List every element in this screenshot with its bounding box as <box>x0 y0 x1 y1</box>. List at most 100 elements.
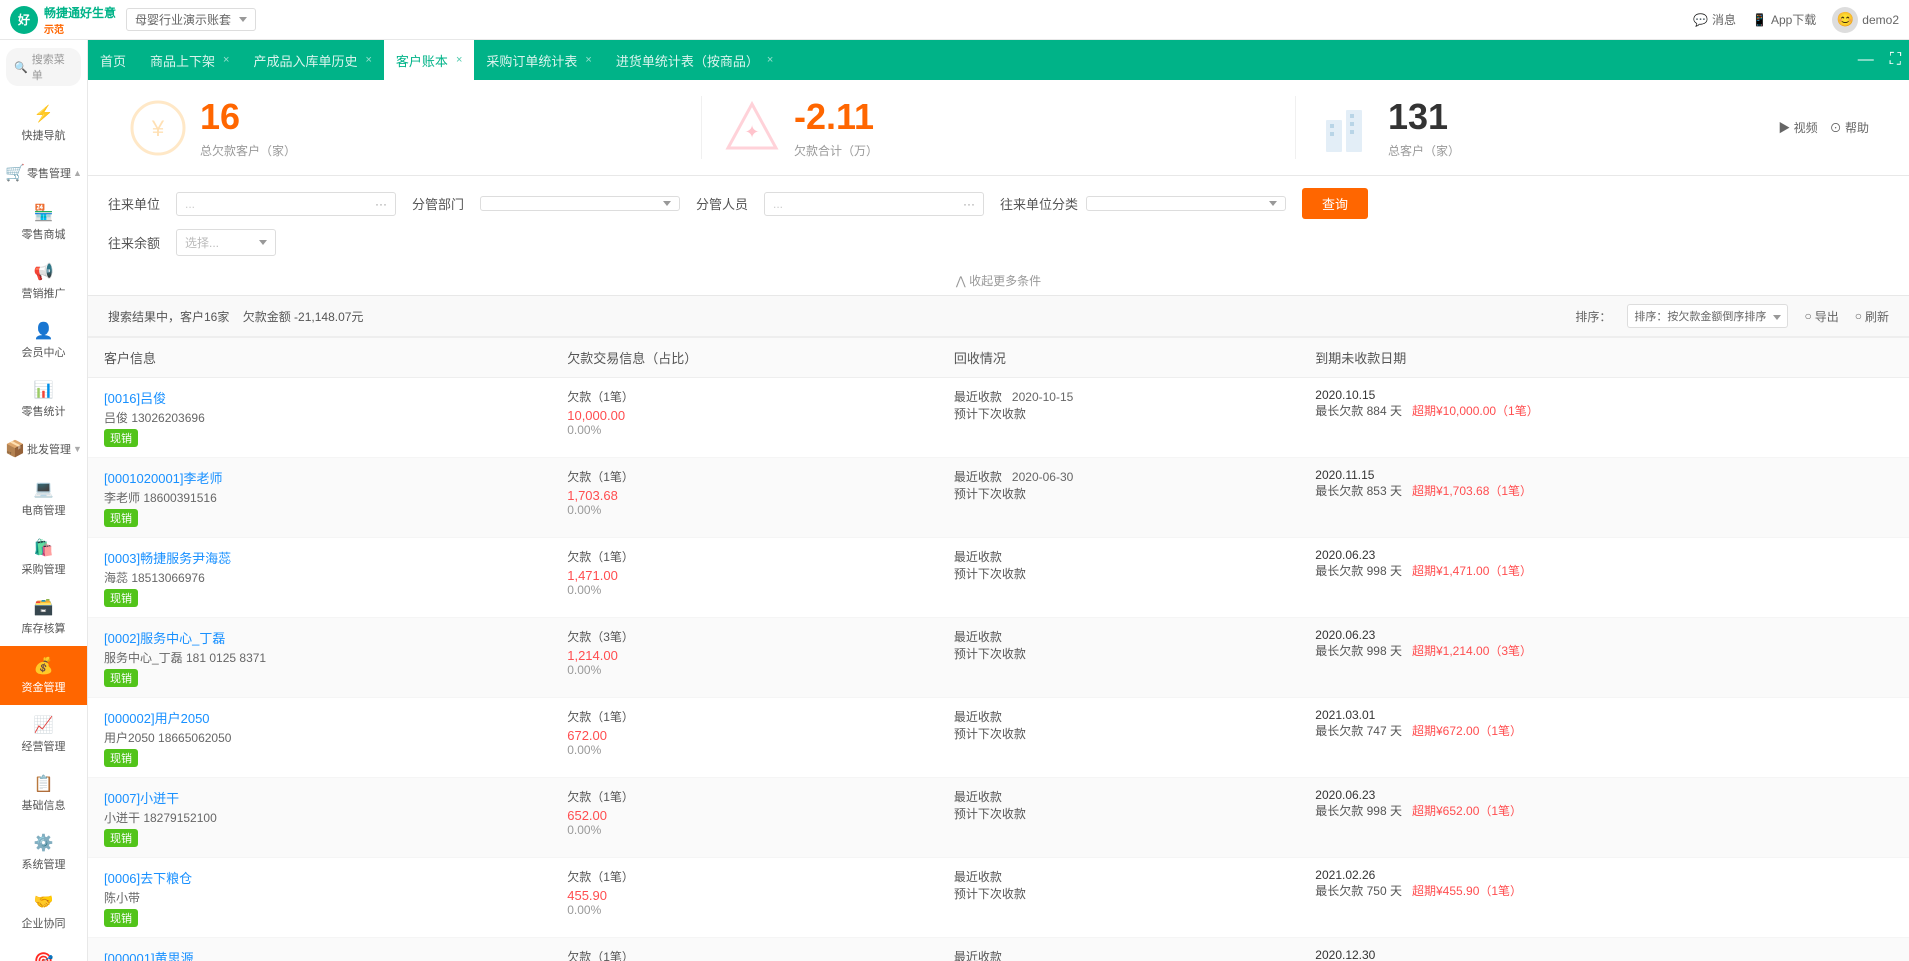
unit-class-select[interactable] <box>1086 196 1286 211</box>
sidebar-item-retail-mall[interactable]: 🏪 零售商城 <box>0 193 87 252</box>
sidebar-item-quick-nav[interactable]: ⚡ 快捷导航 <box>0 94 87 153</box>
tab-purchase-order[interactable]: 采购订单统计表 × <box>474 40 603 80</box>
sidebar-search[interactable]: 🔍 搜索菜单 <box>0 40 87 94</box>
collapse-row[interactable]: ⋀ 收起更多条件 <box>108 266 1889 295</box>
debt-amount-2: 1,471.00 <box>567 568 922 583</box>
stat-value-block-2: -2.11 欠款合计（万） <box>794 96 1275 159</box>
tab-maximize-button[interactable]: ⛶ <box>1882 51 1909 69</box>
customer-tag-5: 现销 <box>104 829 138 847</box>
customer-name-link-0[interactable]: [0016]吕俊 <box>104 388 535 407</box>
inventory-icon: 🗃️ <box>34 597 54 617</box>
mobile-icon: 📱 <box>1752 13 1767 27</box>
due-date-4: 2021.03.01 <box>1315 708 1893 722</box>
sidebar-item-ecommerce[interactable]: 💻 电商管理 <box>0 469 87 528</box>
customer-name-link-6[interactable]: [0006]去下粮仓 <box>104 868 535 887</box>
tab-close-goods[interactable]: × <box>223 54 229 66</box>
overdue-days-3: 最长欠款 998 天 超期¥1,214.00（3笔） <box>1315 642 1893 659</box>
tab-close-production[interactable]: × <box>365 54 371 66</box>
payment-recent-5: 最近收款 <box>954 788 1283 805</box>
stats-icon: 📊 <box>34 380 54 400</box>
debt-label-6: 欠款（1笔） <box>567 868 922 885</box>
cell-customer-1: [0001020001]李老师 李老师 18600391516 现销 <box>88 458 551 538</box>
overdue-days-4: 最长欠款 747 天 超期¥672.00（1笔） <box>1315 722 1893 739</box>
sidebar-item-guide[interactable]: 🎯 新手引导 <box>0 941 87 961</box>
overdue-amount-link-2[interactable]: 超期¥1,471.00（1笔） <box>1412 564 1532 578</box>
result-info: 搜索结果中，客户16家 欠款金额 -21,148.07元 <box>108 308 363 325</box>
cell-overdue-6: 2021.02.26 最长欠款 750 天 超期¥455.90（1笔） <box>1299 858 1909 938</box>
sidebar-item-retail-stats[interactable]: 📊 零售统计 <box>0 370 87 429</box>
dept-select[interactable] <box>480 196 680 211</box>
tab-goods[interactable]: 商品上下架 × <box>138 40 241 80</box>
svg-text:✦: ✦ <box>744 122 759 142</box>
balance-select[interactable]: 选择... <box>176 229 276 256</box>
customer-name-link-5[interactable]: [0007]小迸干 <box>104 788 535 807</box>
col-customer: 客户信息 <box>88 338 551 378</box>
sidebar-item-member[interactable]: 👤 会员中心 <box>0 311 87 370</box>
customer-phone-4: 用户2050 18665062050 <box>104 729 535 746</box>
cell-overdue-3: 2020.06.23 最长欠款 998 天 超期¥1,214.00（3笔） <box>1299 618 1909 698</box>
sidebar-item-marketing[interactable]: 📢 营销推广 <box>0 252 87 311</box>
due-date-0: 2020.10.15 <box>1315 388 1893 402</box>
stat-value-3: 131 <box>1388 96 1766 138</box>
cell-customer-2: [0003]畅捷服务尹海蕊 海蕊 18513066976 现销 <box>88 538 551 618</box>
tab-customer-account[interactable]: 客户账本 × <box>384 40 474 80</box>
customer-name-link-7[interactable]: [000001]黄思源 <box>104 948 535 961</box>
debt-label-1: 欠款（1笔） <box>567 468 922 485</box>
col-overdue-date: 到期未收款日期 <box>1299 338 1909 378</box>
customer-name-link-3[interactable]: [0002]服务中心_丁磊 <box>104 628 535 647</box>
person-input[interactable]: ... ··· <box>764 192 984 216</box>
sidebar-item-finance[interactable]: 💰 资金管理 <box>0 646 87 705</box>
sidebar-item-wholesale[interactable]: 📦 批发管理 ▼ <box>0 429 87 469</box>
overdue-amount-link-0[interactable]: 超期¥10,000.00（1笔） <box>1412 404 1539 418</box>
tab-home[interactable]: 首页 <box>88 40 138 80</box>
help-link[interactable]: ⊙ 帮助 <box>1830 119 1869 136</box>
tab-close-purchase[interactable]: × <box>585 54 591 66</box>
app-download-button[interactable]: 📱 App下载 <box>1752 11 1816 28</box>
tab-close-customer[interactable]: × <box>456 54 462 66</box>
wholesale-icon: 📦 <box>5 439 25 459</box>
sidebar-item-basic-info[interactable]: 📋 基础信息 <box>0 764 87 823</box>
sidebar-item-system[interactable]: ⚙️ 系统管理 <box>0 823 87 882</box>
tab-minimize-button[interactable]: — <box>1850 51 1882 69</box>
message-icon: 💬 <box>1693 13 1708 27</box>
customer-name-link-2[interactable]: [0003]畅捷服务尹海蕊 <box>104 548 535 567</box>
payment-next-1: 预计下次收款 <box>954 485 1283 502</box>
enterprise-icon: 🤝 <box>34 892 54 912</box>
sidebar-item-business[interactable]: 📈 经营管理 <box>0 705 87 764</box>
sidebar-item-retail-mgmt[interactable]: 🛒 零售管理 ▲ <box>0 153 87 193</box>
video-link[interactable]: ▶ 视频 <box>1778 119 1817 136</box>
message-button[interactable]: 💬 消息 <box>1693 11 1736 28</box>
overdue-amount-link-5[interactable]: 超期¥652.00（1笔） <box>1412 804 1522 818</box>
filter-row-1: 往来单位 ... ··· 分管部门 分管人员 <box>108 188 1889 219</box>
from-unit-input[interactable]: ... ··· <box>176 192 396 216</box>
overdue-amount-link-3[interactable]: 超期¥1,214.00（3笔） <box>1412 644 1532 658</box>
overdue-days-5: 最长欠款 998 天 超期¥652.00（1笔） <box>1315 802 1893 819</box>
customer-name-link-1[interactable]: [0001020001]李老师 <box>104 468 535 487</box>
sidebar-item-purchase[interactable]: 🛍️ 采购管理 <box>0 528 87 587</box>
export-button[interactable]: ○ 导出 <box>1804 308 1838 325</box>
user-profile[interactable]: 😊 demo2 <box>1832 7 1899 33</box>
stat-value-1: 16 <box>200 96 681 138</box>
expand-icon: ▲ <box>73 168 82 178</box>
payment-next-4: 预计下次收款 <box>954 725 1283 742</box>
tab-production[interactable]: 产成品入库单历史 × <box>241 40 383 80</box>
sort-select[interactable]: 排序：按欠款金额倒序排序 <box>1627 304 1788 328</box>
finance-icon: 💰 <box>34 656 54 676</box>
overdue-amount-link-4[interactable]: 超期¥672.00（1笔） <box>1412 724 1522 738</box>
payment-recent-2: 最近收款 <box>954 548 1283 565</box>
sidebar-item-inventory[interactable]: 🗃️ 库存核算 <box>0 587 87 646</box>
customer-name-link-4[interactable]: [000002]用户2050 <box>104 708 535 727</box>
tab-close-goods-stats[interactable]: × <box>767 54 773 66</box>
refresh-button[interactable]: ○ 刷新 <box>1855 308 1889 325</box>
search-button[interactable]: 查询 <box>1302 188 1368 219</box>
data-table: 客户信息 欠款交易信息（占比） 回收情况 到期未收款日期 [0016]吕俊 吕俊… <box>88 337 1909 961</box>
tab-goods-stats[interactable]: 进货单统计表（按商品） × <box>604 40 785 80</box>
sidebar-item-enterprise[interactable]: 🤝 企业协同 <box>0 882 87 941</box>
overdue-amount-link-1[interactable]: 超期¥1,703.68（1笔） <box>1412 484 1532 498</box>
dept-chevron-icon <box>663 201 671 206</box>
overdue-amount-link-6[interactable]: 超期¥455.90（1笔） <box>1412 884 1522 898</box>
stats-row: ¥ 16 总欠款客户（家） ✦ <box>88 80 1909 176</box>
table-row: [0002]服务中心_丁磊 服务中心_丁磊 181 0125 8371 现销 欠… <box>88 618 1909 698</box>
col-payment: 回收情况 <box>938 338 1299 378</box>
store-selector[interactable]: 母婴行业演示账套 <box>126 8 256 31</box>
